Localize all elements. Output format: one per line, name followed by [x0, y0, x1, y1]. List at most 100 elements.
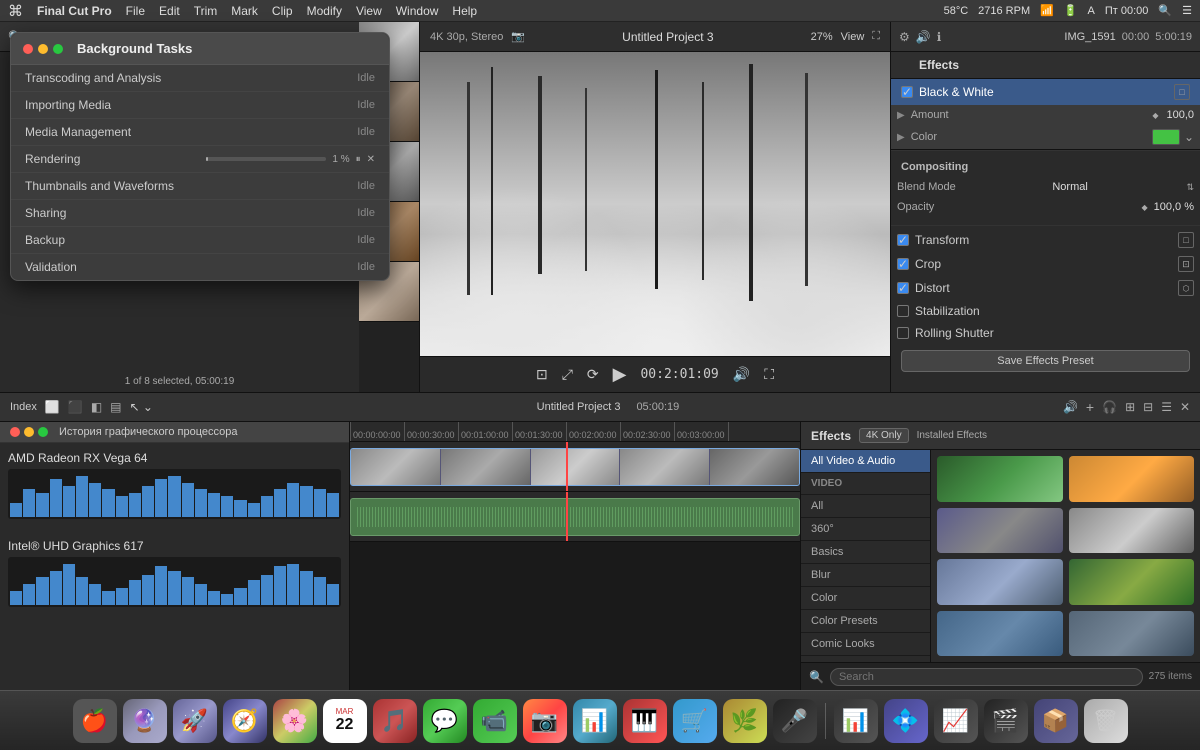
effect-item-5[interactable]: Bloom — [1069, 559, 1195, 605]
pause-icon[interactable]: ⏸ — [356, 154, 361, 165]
apple-menu[interactable]: ⌘ — [8, 2, 23, 20]
dock-photos-app[interactable]: 🌸 — [273, 699, 317, 743]
dock-safari[interactable]: 🧭 — [223, 699, 267, 743]
installed-effects-btn[interactable]: Installed Effects — [917, 430, 987, 441]
dock-stocks[interactable]: 📈 — [934, 699, 978, 743]
layout-btn[interactable]: ⊡ — [536, 366, 548, 383]
menu-finalcutpro[interactable]: Final Cut Pro — [37, 4, 112, 18]
effect-item-2[interactable]: Bad TV — [937, 508, 1063, 554]
dock-facetime[interactable]: 📹 — [473, 699, 517, 743]
save-effects-preset-btn[interactable]: Save Effects Preset — [901, 350, 1190, 372]
video-track[interactable] — [350, 442, 800, 492]
crop-checkbox[interactable]: ✓ — [897, 258, 909, 270]
transform-checkbox[interactable]: ✓ — [897, 234, 909, 246]
effects-checkbox[interactable] — [901, 59, 913, 71]
maximize-button[interactable] — [53, 44, 63, 54]
bw-checkbox[interactable]: ✓ — [901, 86, 913, 98]
cat-color-presets[interactable]: Color Presets — [801, 610, 930, 633]
color-chip[interactable] — [1152, 129, 1180, 145]
viewer-view-btn[interactable]: View — [841, 31, 865, 43]
stop-icon[interactable]: ✕ — [367, 154, 375, 165]
amount-value[interactable]: 100,0 — [1166, 109, 1194, 121]
dock-trash[interactable]: 🗑 — [1084, 699, 1128, 743]
video-clip[interactable] — [350, 448, 800, 486]
menu-help[interactable]: Help — [452, 4, 477, 18]
play-btn[interactable]: ▶ — [613, 364, 627, 385]
timeline-icon-3[interactable]: ◧ — [91, 400, 102, 414]
distort-expand-btn[interactable]: ⬡ — [1178, 280, 1194, 296]
settings-icon[interactable]: ☰ — [1161, 400, 1172, 414]
fullscreen-icon[interactable]: ⛶ — [872, 30, 880, 43]
crop-expand-btn[interactable]: ⊡ — [1178, 256, 1194, 272]
cat-all-video-audio[interactable]: All Video & Audio — [801, 450, 930, 473]
rolling-shutter-checkbox[interactable] — [897, 327, 909, 339]
plus-icon[interactable]: + — [1086, 399, 1094, 415]
dock-appstore[interactable]: 🛒 — [673, 699, 717, 743]
audio-clip[interactable] — [350, 498, 800, 536]
dock-finalcut[interactable]: 🎬 — [984, 699, 1028, 743]
close-timeline-icon[interactable]: ✕ — [1180, 400, 1190, 414]
dock-messages[interactable]: 💬 — [423, 699, 467, 743]
opacity-value[interactable]: 100,0 % — [1154, 201, 1194, 213]
layout-icon[interactable]: ⊟ — [1143, 400, 1153, 414]
dock-unknown[interactable]: 📦 — [1034, 699, 1078, 743]
dock-safari2[interactable]: 🌿 — [723, 699, 767, 743]
cat-blur[interactable]: Blur — [801, 564, 930, 587]
headphone-icon[interactable]: 🎧 — [1102, 400, 1117, 414]
inspector-icon-1[interactable]: ⚙ — [899, 30, 910, 44]
cat-all[interactable]: All — [801, 495, 930, 518]
menu-trim[interactable]: Trim — [194, 4, 218, 18]
dock-photos[interactable]: 📷 — [523, 699, 567, 743]
dock-numbers[interactable]: 📊 — [573, 699, 617, 743]
blend-mode-arrows[interactable]: ⇅ — [1186, 182, 1194, 193]
gpu-max-btn[interactable] — [38, 427, 48, 437]
effect-item-6[interactable]: Effect 7 — [937, 611, 1063, 657]
audio-icon[interactable]: 🔊 — [1063, 400, 1078, 414]
cursor-tool[interactable]: ↖ ⌄ — [130, 400, 153, 414]
dock-siri[interactable]: 🔮 — [123, 699, 167, 743]
dock-music[interactable]: 🎵 — [373, 699, 417, 743]
effect-item-4[interactable]: Bleach Bypass — [937, 559, 1063, 605]
timeline-icon-4[interactable]: ▤ — [110, 400, 121, 414]
control-center-icon[interactable]: ☰ — [1182, 4, 1192, 17]
search-icon[interactable]: 🔍 — [1158, 4, 1172, 17]
fullscreen-btn[interactable]: ⛶ — [764, 366, 774, 383]
transform-btn[interactable]: ⤢ — [562, 366, 573, 383]
view-icon[interactable]: ⊞ — [1125, 400, 1135, 414]
amount-arrow[interactable]: ▶ — [897, 110, 905, 121]
speed-btn[interactable]: ⟳ — [587, 366, 599, 383]
4k-only-btn[interactable]: 4K Only — [859, 428, 909, 443]
dock-finder[interactable]: 🍎 — [73, 699, 117, 743]
effect-item-0[interactable]: Aura — [937, 456, 1063, 502]
menu-window[interactable]: Window — [396, 4, 439, 18]
menu-mark[interactable]: Mark — [231, 4, 258, 18]
dock-3d-app[interactable]: 💠 — [884, 699, 928, 743]
dock-calendar[interactable]: MAR22 — [323, 699, 367, 743]
bw-expand-btn[interactable]: □ — [1174, 84, 1190, 100]
dock-garageband[interactable]: 🎤 — [773, 699, 817, 743]
dock-launchpad[interactable]: 🚀 — [173, 699, 217, 743]
timeline-icon-2[interactable]: ⬛ — [68, 400, 83, 414]
playhead[interactable] — [566, 442, 568, 491]
effect-item-1[interactable]: Background Squares — [1069, 456, 1195, 502]
inspector-icon-2[interactable]: 🔊 — [916, 30, 931, 44]
dock-itunes[interactable]: 🎹 — [623, 699, 667, 743]
timeline-icon-1[interactable]: ⬜ — [45, 400, 60, 414]
effects-search-input[interactable] — [830, 668, 1143, 686]
menu-modify[interactable]: Modify — [307, 4, 342, 18]
volume-btn[interactable]: 🔊 — [733, 366, 750, 383]
color-expand-icon[interactable]: ⌄ — [1184, 130, 1194, 144]
viewer-zoom[interactable]: 27% — [811, 31, 833, 43]
gpu-min-btn[interactable] — [24, 427, 34, 437]
menu-clip[interactable]: Clip — [272, 4, 293, 18]
audio-track[interactable] — [350, 492, 800, 542]
cat-basics[interactable]: Basics — [801, 541, 930, 564]
distort-checkbox[interactable]: ✓ — [897, 282, 909, 294]
transform-expand-btn[interactable]: □ — [1178, 232, 1194, 248]
menu-view[interactable]: View — [356, 4, 382, 18]
effect-item-7[interactable]: Effect 8 — [1069, 611, 1195, 657]
minimize-button[interactable] — [38, 44, 48, 54]
index-label[interactable]: Index — [10, 401, 37, 413]
stabilization-checkbox[interactable] — [897, 305, 909, 317]
inspector-icon-3[interactable]: ℹ — [937, 30, 942, 44]
